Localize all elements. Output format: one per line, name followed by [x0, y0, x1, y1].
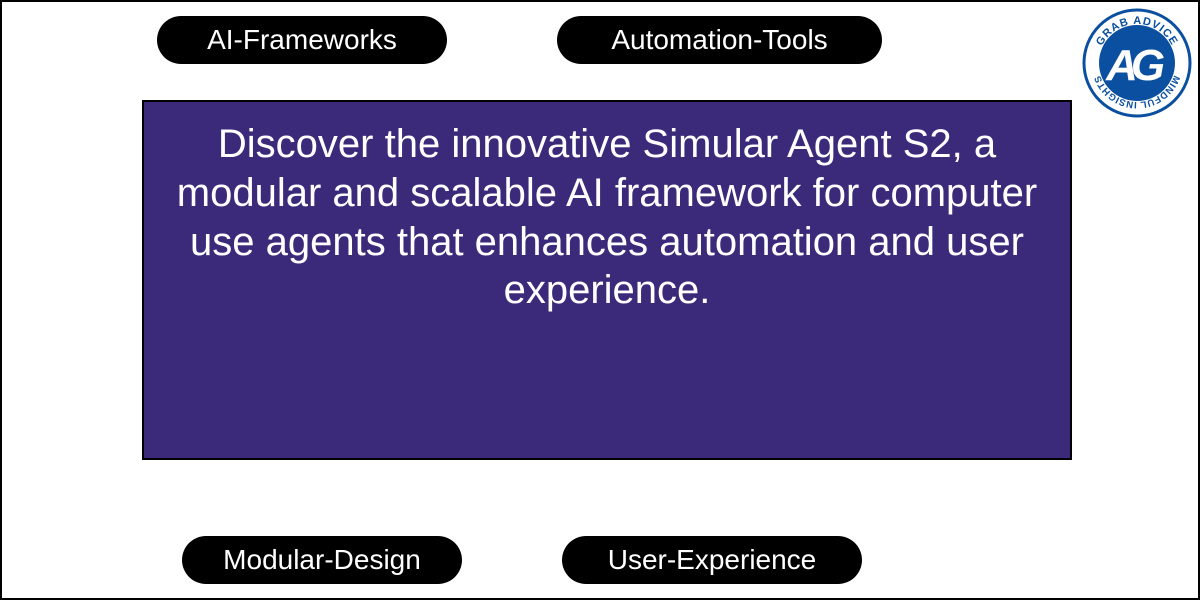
tag-automation-tools: Automation-Tools [557, 16, 882, 64]
tag-label: Automation-Tools [611, 24, 827, 55]
tag-label: User-Experience [608, 544, 817, 575]
logo-letter-g: G [1131, 41, 1165, 90]
card-frame: AI-Frameworks Automation-Tools Discover … [0, 0, 1200, 600]
star-right-icon: ★ [1161, 57, 1171, 69]
tag-ai-frameworks: AI-Frameworks [157, 16, 447, 64]
star-left-icon: ★ [1106, 57, 1116, 69]
tag-modular-design: Modular-Design [182, 536, 462, 584]
tag-label: Modular-Design [223, 544, 421, 575]
hero-panel: Discover the innovative Simular Agent S2… [142, 100, 1072, 460]
brand-logo: GRAB ADVICE MINDFUL INSIGHTS A G ★ ★ [1082, 8, 1192, 118]
tag-user-experience: User-Experience [562, 536, 862, 584]
tag-label: AI-Frameworks [207, 24, 397, 55]
brand-logo-icon: GRAB ADVICE MINDFUL INSIGHTS A G ★ ★ [1082, 8, 1192, 118]
hero-description: Discover the innovative Simular Agent S2… [168, 120, 1046, 315]
